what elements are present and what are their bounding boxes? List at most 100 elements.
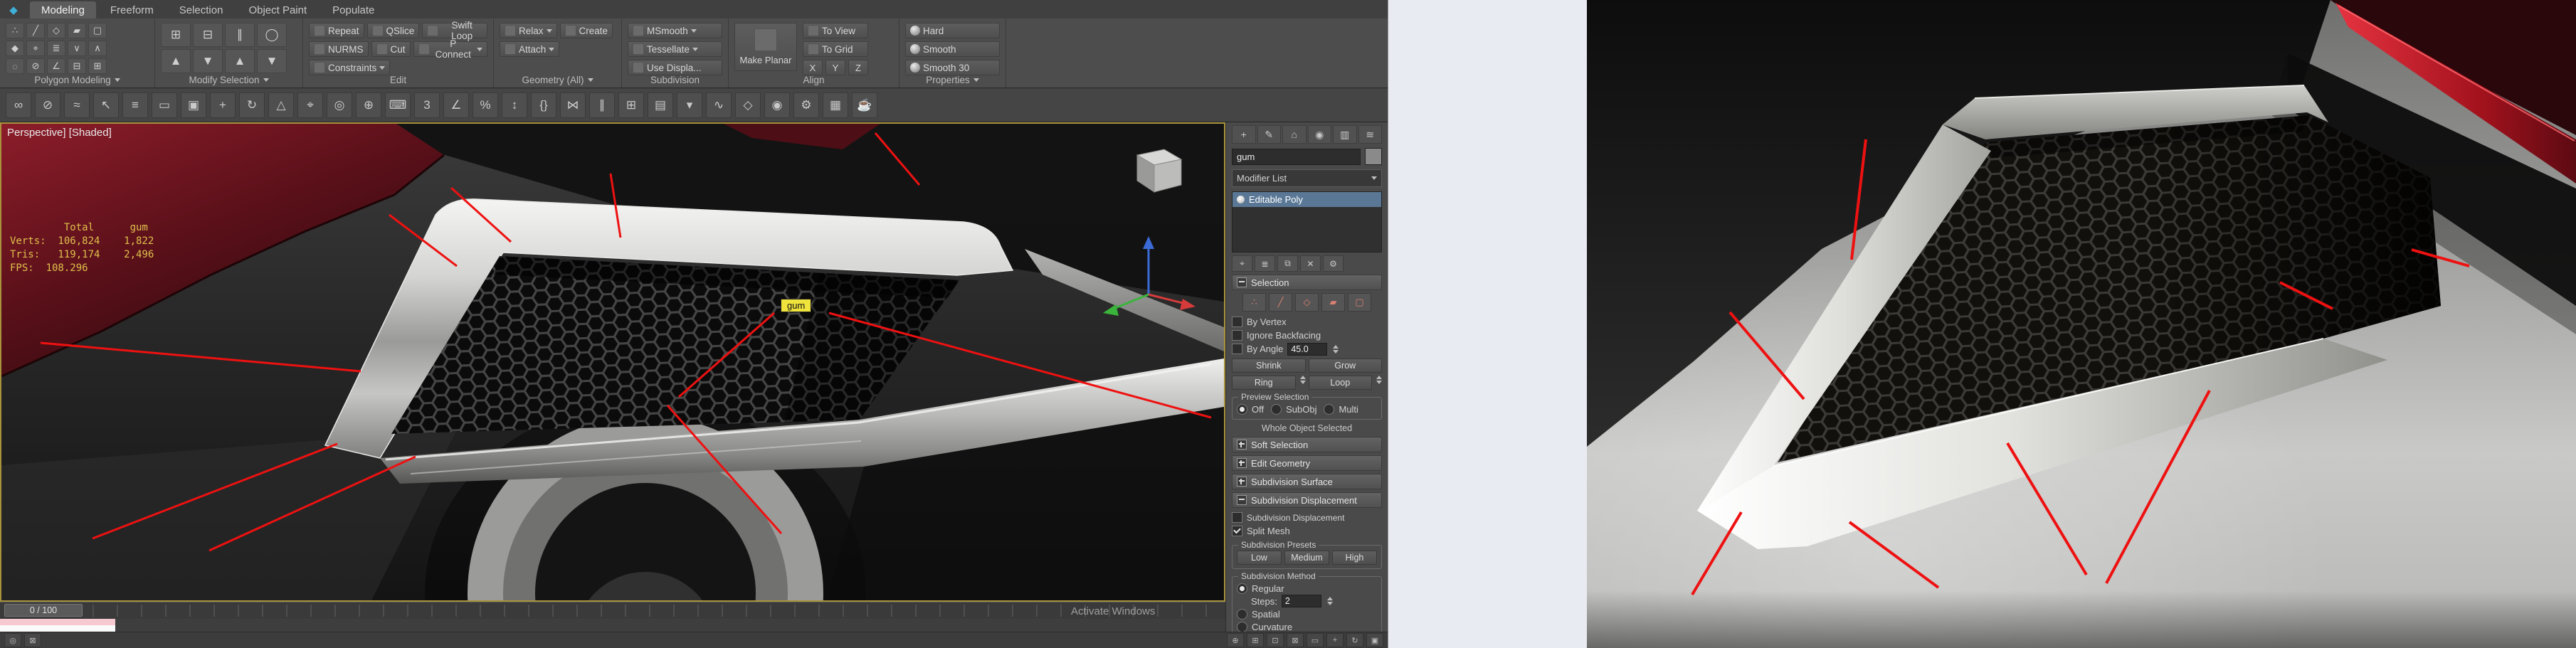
steps-field[interactable] bbox=[1281, 595, 1321, 607]
edit-named-selection-sets-icon[interactable]: {} bbox=[531, 92, 556, 118]
render-production-icon[interactable]: ☕ bbox=[852, 92, 877, 118]
modifier-enabled-icon[interactable] bbox=[1237, 196, 1245, 203]
tab-modeling[interactable]: Modeling bbox=[30, 1, 96, 18]
hard-button[interactable]: Hard bbox=[905, 23, 1000, 38]
maxscript-mini-listener-input[interactable] bbox=[0, 619, 115, 625]
tessellate-button[interactable]: Tessellate bbox=[628, 41, 722, 57]
selection-lock-icon[interactable]: ⊠ bbox=[24, 633, 41, 647]
vertex-mode-icon[interactable]: ∴ bbox=[6, 23, 24, 38]
make-unique-icon[interactable]: ⧉ bbox=[1277, 255, 1298, 272]
tab-object-paint[interactable]: Object Paint bbox=[237, 1, 318, 18]
loop-up-icon[interactable]: ▲ bbox=[225, 49, 255, 73]
toggle-ribbon-icon[interactable]: ▾ bbox=[677, 92, 702, 118]
loop-icon[interactable]: ◯ bbox=[257, 23, 287, 47]
method-curvature-radio[interactable]: Curvature bbox=[1237, 620, 1377, 632]
preview-multi-radio[interactable]: Multi bbox=[1324, 403, 1358, 415]
toggle-layer-explorer-icon[interactable]: ▤ bbox=[648, 92, 673, 118]
pin-stack-icon[interactable]: ⌖ bbox=[1232, 255, 1252, 272]
align-x-button[interactable]: X bbox=[803, 60, 823, 75]
material-editor-icon[interactable]: ◉ bbox=[764, 92, 790, 118]
select-and-scale-icon[interactable]: △ bbox=[268, 92, 294, 118]
steps-spinner[interactable] bbox=[1326, 597, 1333, 605]
preview-subobj-radio[interactable]: SubObj bbox=[1271, 403, 1316, 415]
shrink-icon[interactable]: ⊟ bbox=[193, 23, 223, 47]
hierarchy-tab-icon[interactable]: ⌂ bbox=[1282, 125, 1307, 144]
motion-tab-icon[interactable]: ◉ bbox=[1307, 125, 1331, 144]
to-view-button[interactable]: To View bbox=[803, 23, 868, 38]
constraints-button[interactable]: Constraints bbox=[309, 60, 391, 75]
tab-selection[interactable]: Selection bbox=[168, 1, 235, 18]
edge-subobject-icon[interactable]: ╱ bbox=[1269, 293, 1292, 312]
show-end-result-icon[interactable]: ≣ bbox=[1255, 255, 1275, 272]
snaps-toggle-icon[interactable]: 3 bbox=[414, 92, 440, 118]
radio-icon[interactable] bbox=[1237, 403, 1247, 415]
select-and-place-icon[interactable]: ⌖ bbox=[297, 92, 323, 118]
use-displacement-button[interactable]: Use Displa... bbox=[628, 60, 722, 75]
smooth-button[interactable]: Smooth bbox=[905, 41, 1000, 57]
soft-selection-icon[interactable]: ◌ bbox=[6, 58, 24, 74]
shrink-button[interactable]: Shrink bbox=[1232, 358, 1306, 373]
maxscript-mini-listener-output[interactable] bbox=[0, 625, 115, 632]
repeat-button[interactable]: Repeat bbox=[309, 23, 364, 38]
rollout-subdivision-surface[interactable]: Subdivision Surface bbox=[1232, 474, 1382, 489]
ring-button[interactable]: Ring bbox=[1232, 376, 1296, 390]
expand-toggle-icon[interactable] bbox=[1237, 458, 1247, 468]
by-angle-icon[interactable]: ∠ bbox=[47, 58, 65, 74]
configure-modifier-sets-icon[interactable]: ⚙ bbox=[1323, 255, 1344, 272]
render-setup-icon[interactable]: ⚙ bbox=[793, 92, 819, 118]
stack-editable-poly[interactable]: Editable Poly bbox=[1232, 192, 1381, 207]
window-crossing-toggle-icon[interactable]: ▣ bbox=[181, 92, 206, 118]
align-y-button[interactable]: Y bbox=[825, 60, 845, 75]
select-and-rotate-icon[interactable]: ↻ bbox=[239, 92, 265, 118]
cut-button[interactable]: Cut bbox=[371, 41, 411, 57]
polygon-mode-icon[interactable]: ▰ bbox=[68, 23, 86, 38]
border-subobject-icon[interactable]: ◇ bbox=[1295, 293, 1319, 312]
panel-caption[interactable]: Edit bbox=[303, 75, 493, 85]
object-color-swatch[interactable] bbox=[1365, 148, 1382, 165]
attach-button[interactable]: Attach bbox=[500, 41, 560, 57]
rollout-subdivision-displacement[interactable]: Subdivision Displacement bbox=[1232, 492, 1382, 508]
spinner-snap-toggle-icon[interactable]: ↕ bbox=[502, 92, 527, 118]
ring-icon[interactable]: ∥ bbox=[225, 23, 255, 47]
grow-selection-icon[interactable]: ⊞ bbox=[88, 58, 107, 74]
expand-toggle-icon[interactable] bbox=[1237, 440, 1247, 450]
rollout-soft-selection[interactable]: Soft Selection bbox=[1232, 437, 1382, 452]
remove-modifier-icon[interactable]: ✕ bbox=[1300, 255, 1321, 272]
isolate-selection-icon[interactable]: ◎ bbox=[4, 633, 21, 647]
radio-icon[interactable] bbox=[1237, 621, 1247, 632]
object-name-field[interactable] bbox=[1232, 148, 1361, 165]
qslice-button[interactable]: QSlice bbox=[366, 23, 420, 38]
use-pivot-point-center-icon[interactable]: ◎ bbox=[327, 92, 352, 118]
object-level-icon[interactable]: ◆ bbox=[6, 41, 24, 56]
select-and-manipulate-icon[interactable]: ⊕ bbox=[356, 92, 381, 118]
utilities-tab-icon[interactable]: ≋ bbox=[1358, 125, 1382, 144]
time-slider[interactable]: 0 / 100 bbox=[4, 604, 83, 617]
nurms-button[interactable]: NURMS bbox=[309, 41, 369, 57]
grow-icon[interactable]: ⊞ bbox=[161, 23, 191, 47]
by-vertex-checkbox[interactable] bbox=[1232, 317, 1242, 327]
panel-caption[interactable]: Polygon Modeling bbox=[0, 75, 154, 85]
unlink-selection-icon[interactable]: ⊘ bbox=[35, 92, 60, 118]
toggle-scene-explorer-icon[interactable]: ⊞ bbox=[618, 92, 644, 118]
panel-caption[interactable]: Align bbox=[729, 75, 899, 85]
modifier-stack[interactable]: Editable Poly bbox=[1232, 191, 1382, 253]
method-regular-radio[interactable]: Regular bbox=[1237, 582, 1377, 595]
by-angle-field[interactable] bbox=[1287, 342, 1328, 356]
split-mesh-checkbox[interactable] bbox=[1232, 526, 1242, 536]
schematic-view-icon[interactable]: ◇ bbox=[735, 92, 761, 118]
select-and-move-icon[interactable]: + bbox=[210, 92, 236, 118]
modifier-list-dropdown[interactable]: Modifier List bbox=[1232, 169, 1382, 187]
ring-down-icon[interactable]: ▼ bbox=[193, 49, 223, 73]
to-grid-button[interactable]: To Grid bbox=[803, 41, 868, 57]
maximize-viewport-icon[interactable]: ▣ bbox=[1366, 633, 1383, 647]
collapse-toggle-icon[interactable] bbox=[1237, 495, 1247, 505]
ignore-backfacing-icon[interactable]: ⊘ bbox=[26, 58, 45, 74]
collapse-toggle-icon[interactable] bbox=[1237, 277, 1247, 287]
make-planar-button[interactable]: Make Planar bbox=[734, 23, 797, 71]
align-icon[interactable]: ∥ bbox=[589, 92, 615, 118]
rectangular-selection-region-icon[interactable]: ▭ bbox=[152, 92, 177, 118]
create-tab-icon[interactable]: + bbox=[1232, 125, 1256, 144]
element-subobject-icon[interactable]: ▢ bbox=[1348, 293, 1371, 312]
relax-button[interactable]: Relax bbox=[500, 23, 557, 38]
panel-caption[interactable]: Geometry (All) bbox=[494, 75, 621, 85]
